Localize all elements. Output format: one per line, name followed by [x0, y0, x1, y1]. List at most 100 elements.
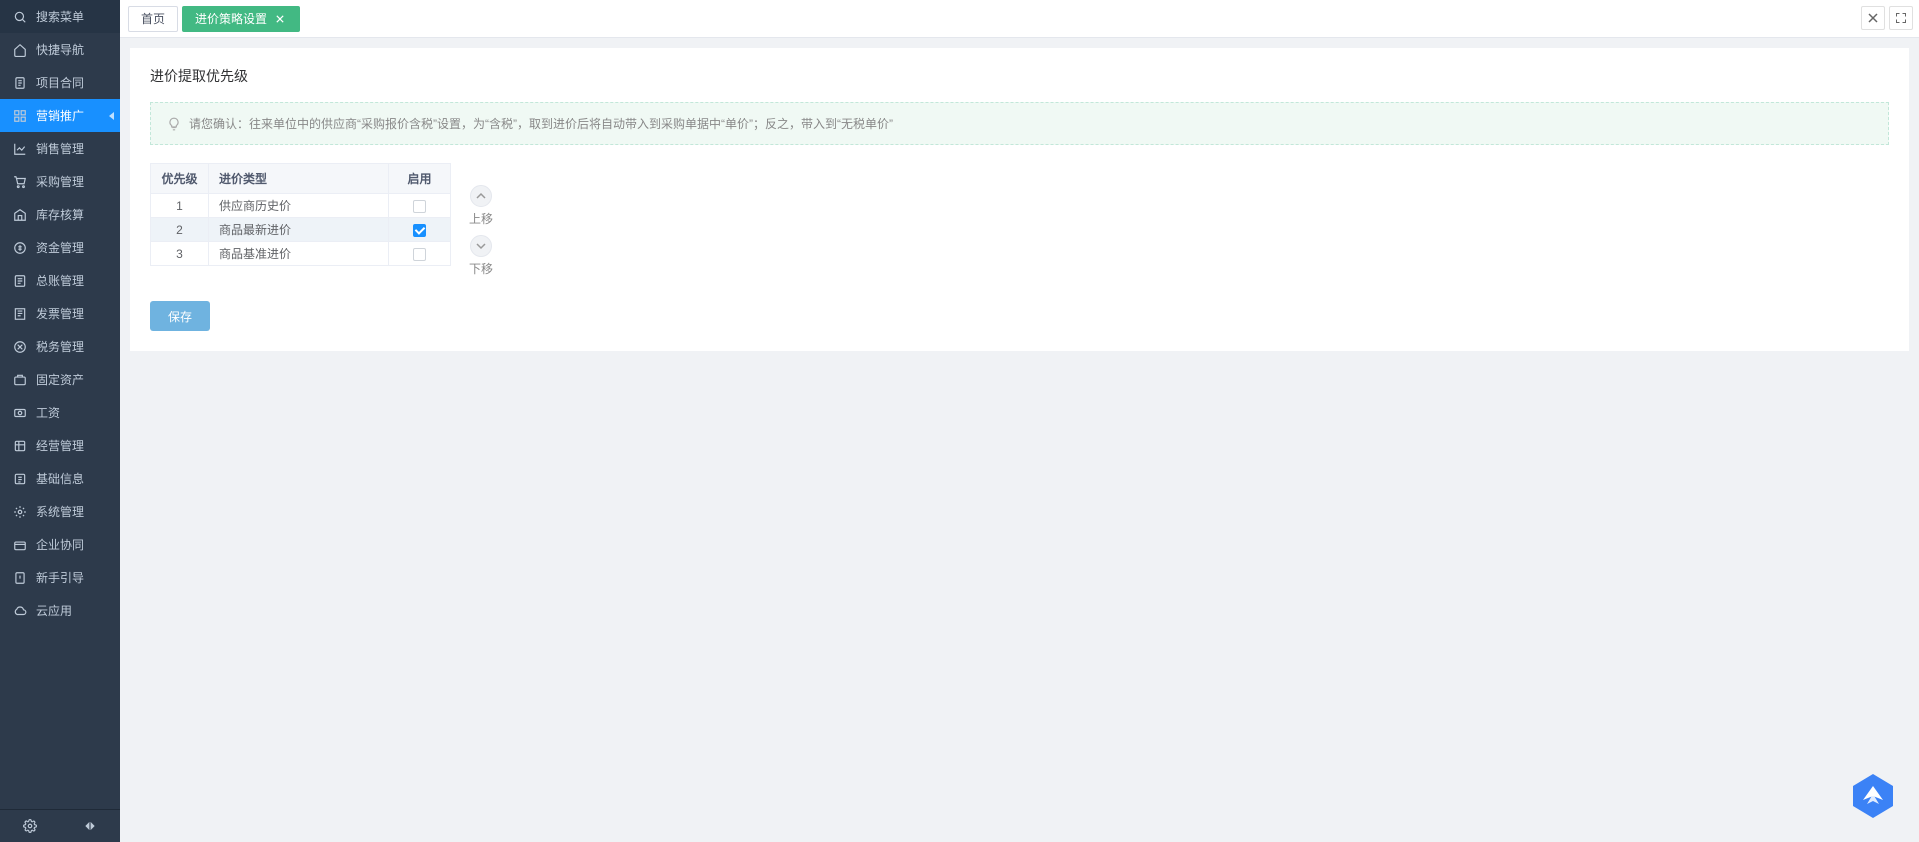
- sidebar-item-5[interactable]: 采购管理: [0, 165, 120, 198]
- contract-icon: [12, 75, 28, 91]
- sidebar-item-label: 经营管理: [36, 437, 84, 454]
- tab-active[interactable]: 进价策略设置: [182, 6, 300, 32]
- sidebar-item-8[interactable]: 总账管理: [0, 264, 120, 297]
- priority-table: 优先级 进价类型 启用 1供应商历史价2商品最新进价3商品基准进价: [150, 163, 451, 266]
- sidebar-item-label: 企业协同: [36, 536, 84, 553]
- lightbulb-icon: [167, 117, 181, 131]
- tabs-bar: 首页 进价策略设置: [120, 0, 1919, 38]
- sidebar-item-label: 销售管理: [36, 140, 84, 157]
- guide-icon: [12, 570, 28, 586]
- sidebar-item-label: 资金管理: [36, 239, 84, 256]
- collab-icon: [12, 537, 28, 553]
- money-icon: [12, 240, 28, 256]
- move-down-button[interactable]: [470, 235, 492, 257]
- sidebar-item-9[interactable]: 发票管理: [0, 297, 120, 330]
- cell-priority: 3: [151, 242, 209, 266]
- sidebar-item-label: 总账管理: [36, 272, 84, 289]
- panel: 进价提取优先级 请您确认：往来单位中的供应商“采购报价含税”设置，为“含税”，取…: [130, 48, 1909, 351]
- move-controls: 上移 下移: [469, 163, 493, 283]
- chevron-down-icon: [476, 241, 486, 251]
- invoice-icon: [12, 306, 28, 322]
- hint-text: 请您确认：往来单位中的供应商“采购报价含税”设置，为“含税”，取到进价后将自动带…: [189, 115, 893, 132]
- sidebar-item-3[interactable]: 营销推广: [0, 99, 120, 132]
- assistant-float-button[interactable]: [1849, 772, 1897, 820]
- page-title: 进价提取优先级: [150, 66, 1889, 86]
- sidebar-item-18[interactable]: 云应用: [0, 594, 120, 627]
- sidebar-item-label: 库存核算: [36, 206, 84, 223]
- close-icon: [1868, 13, 1878, 23]
- bird-icon: [1849, 772, 1897, 820]
- sidebar-item-10[interactable]: 税务管理: [0, 330, 120, 363]
- move-up-button[interactable]: [470, 185, 492, 207]
- sidebar-item-11[interactable]: 固定资产: [0, 363, 120, 396]
- tabs-right: [1861, 6, 1913, 30]
- warehouse-icon: [12, 207, 28, 223]
- close-all-button[interactable]: [1861, 6, 1885, 30]
- home-icon: [12, 42, 28, 58]
- tab-home[interactable]: 首页: [128, 6, 178, 32]
- grid-icon: [12, 108, 28, 124]
- asset-icon: [12, 372, 28, 388]
- cell-priority: 2: [151, 218, 209, 242]
- table-row[interactable]: 2商品最新进价: [151, 218, 451, 242]
- sidebar-item-label: 系统管理: [36, 503, 84, 520]
- tab-home-label: 首页: [141, 10, 165, 27]
- sidebar-item-label: 税务管理: [36, 338, 84, 355]
- content: 进价提取优先级 请您确认：往来单位中的供应商“采购报价含税”设置，为“含税”，取…: [120, 38, 1919, 842]
- cell-type: 商品最新进价: [209, 218, 389, 242]
- collapse-icon: [83, 819, 97, 833]
- sidebar-item-label: 固定资产: [36, 371, 84, 388]
- salary-icon: [12, 405, 28, 421]
- fullscreen-button[interactable]: [1889, 6, 1913, 30]
- tab-active-label: 进价策略设置: [195, 10, 267, 27]
- sidebar-item-13[interactable]: 经营管理: [0, 429, 120, 462]
- tab-close-icon[interactable]: [273, 12, 287, 26]
- sidebar-item-4[interactable]: 销售管理: [0, 132, 120, 165]
- sidebar-item-label: 工资: [36, 404, 60, 421]
- cell-enabled: [389, 218, 451, 242]
- table-row[interactable]: 1供应商历史价: [151, 194, 451, 218]
- sidebar-item-7[interactable]: 资金管理: [0, 231, 120, 264]
- chevron-up-icon: [476, 191, 486, 201]
- info-icon: [12, 471, 28, 487]
- enable-checkbox[interactable]: [413, 200, 426, 213]
- sales-icon: [12, 141, 28, 157]
- sidebar-item-0[interactable]: 搜索菜单: [0, 0, 120, 33]
- table-row[interactable]: 3商品基准进价: [151, 242, 451, 266]
- sidebar-item-17[interactable]: 新手引导: [0, 561, 120, 594]
- main: 首页 进价策略设置 进价提取优先级: [120, 0, 1919, 842]
- sidebar-item-label: 新手引导: [36, 569, 84, 586]
- sidebar-item-2[interactable]: 项目合同: [0, 66, 120, 99]
- move-down-label: 下移: [469, 260, 493, 277]
- th-type: 进价类型: [209, 164, 389, 194]
- cell-priority: 1: [151, 194, 209, 218]
- sidebar-item-14[interactable]: 基础信息: [0, 462, 120, 495]
- sidebar-item-6[interactable]: 库存核算: [0, 198, 120, 231]
- collapse-button[interactable]: [60, 810, 120, 842]
- sidebar-menu: 搜索菜单快捷导航项目合同营销推广销售管理采购管理库存核算资金管理总账管理发票管理…: [0, 0, 120, 809]
- sidebar-item-16[interactable]: 企业协同: [0, 528, 120, 561]
- cell-enabled: [389, 194, 451, 218]
- sidebar-item-label: 基础信息: [36, 470, 84, 487]
- sidebar-item-label: 营销推广: [36, 107, 84, 124]
- th-enabled: 启用: [389, 164, 451, 194]
- enable-checkbox[interactable]: [413, 248, 426, 261]
- save-button[interactable]: 保存: [150, 301, 210, 331]
- settings-button[interactable]: [0, 810, 60, 842]
- search-icon: [12, 9, 28, 25]
- cart-icon: [12, 174, 28, 190]
- sidebar-footer: [0, 809, 120, 842]
- sidebar-item-15[interactable]: 系统管理: [0, 495, 120, 528]
- sidebar-item-1[interactable]: 快捷导航: [0, 33, 120, 66]
- sidebar-item-label: 发票管理: [36, 305, 84, 322]
- tax-icon: [12, 339, 28, 355]
- sidebar-item-12[interactable]: 工资: [0, 396, 120, 429]
- business-icon: [12, 438, 28, 454]
- enable-checkbox[interactable]: [413, 224, 426, 237]
- hint-box: 请您确认：往来单位中的供应商“采购报价含税”设置，为“含税”，取到进价后将自动带…: [150, 102, 1889, 145]
- sidebar-item-label: 搜索菜单: [36, 8, 84, 25]
- ledger-icon: [12, 273, 28, 289]
- move-up-label: 上移: [469, 210, 493, 227]
- sidebar-item-label: 快捷导航: [36, 41, 84, 58]
- body-row: 优先级 进价类型 启用 1供应商历史价2商品最新进价3商品基准进价 上移: [150, 163, 1889, 283]
